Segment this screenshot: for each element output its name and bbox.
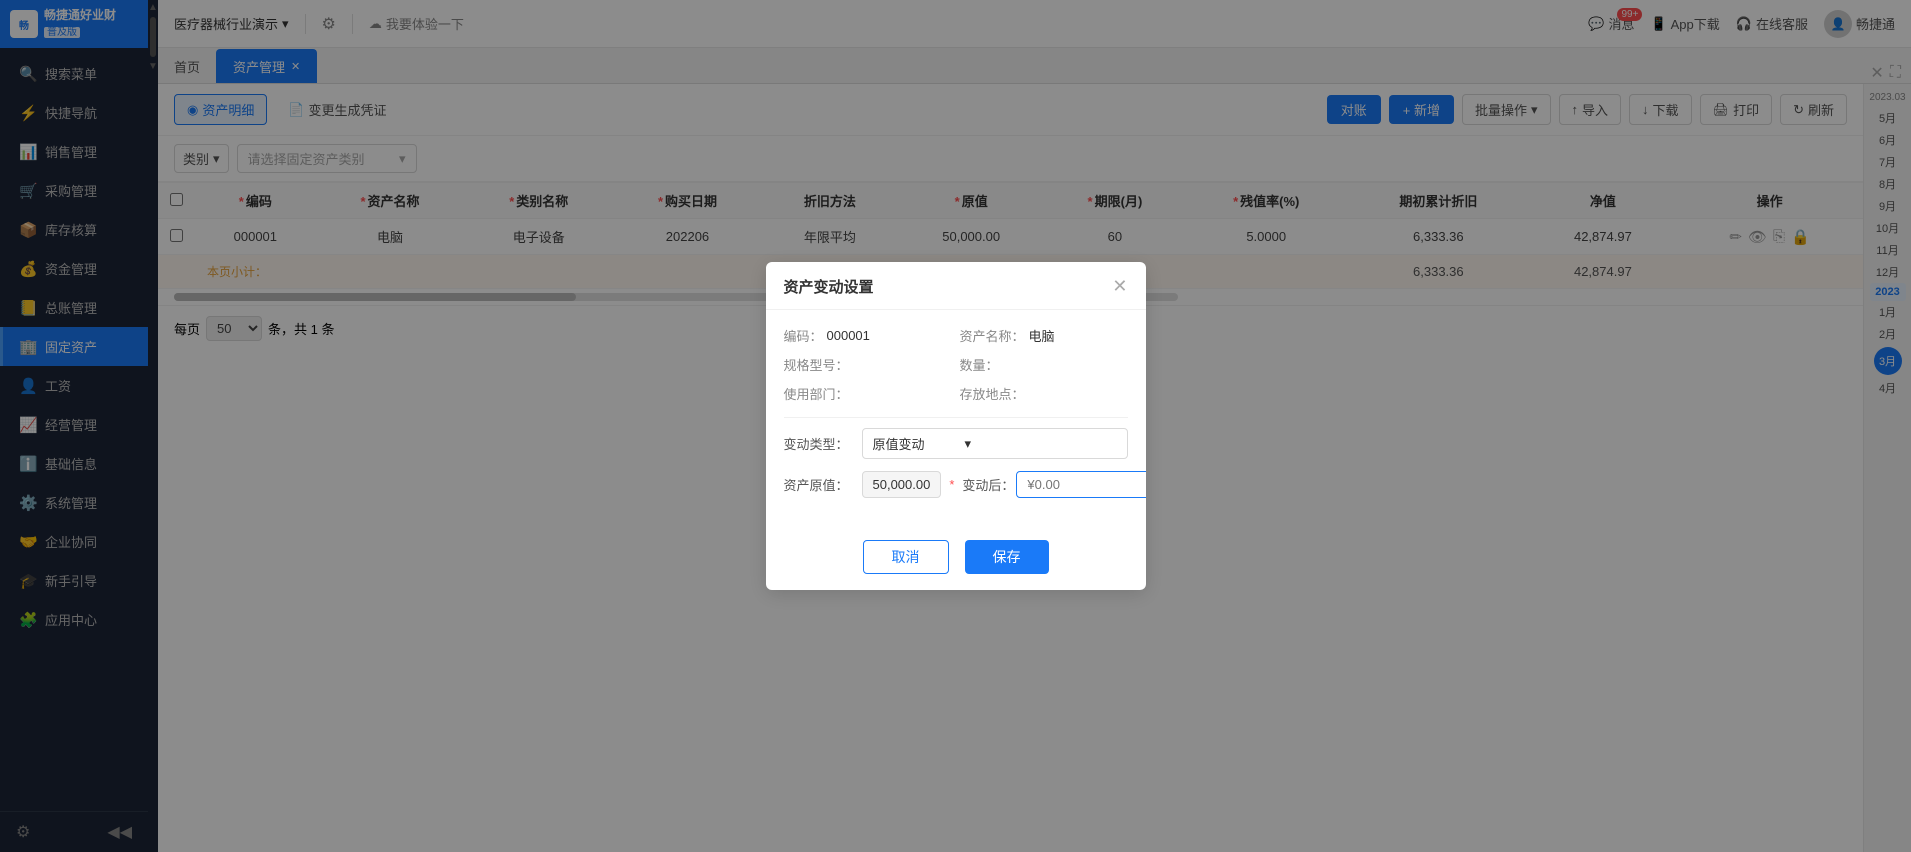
modal-header: 资产变动设置 ✕ [766, 262, 1146, 310]
modal-quantity-item: 数量： [960, 355, 1128, 374]
modal-location-item: 存放地点： [960, 384, 1128, 403]
modal-body: 编码： 000001 资产名称： 电脑 规格型号： 数量： 使用部门： [766, 310, 1146, 528]
modal-spec-item: 规格型号： [784, 355, 952, 374]
modal-code-item: 编码： 000001 [784, 326, 952, 345]
modal-spec-label: 规格型号： [784, 355, 849, 374]
modal-asset-name-item: 资产名称： 电脑 [960, 326, 1128, 345]
modal-quantity-label: 数量： [960, 355, 999, 374]
modal-change-type-row: 变动类型： 原值变动 ▾ [784, 428, 1128, 459]
modal-required-star: * [949, 477, 954, 492]
modal-divider [784, 417, 1128, 418]
modal-asset-name-value: 电脑 [1029, 326, 1055, 345]
modal-after-label: 变动后： [962, 475, 1008, 494]
modal-code-value: 000001 [827, 328, 870, 343]
modal-title: 资产变动设置 [784, 276, 874, 297]
modal-original-value: 50,000.00 [873, 477, 931, 492]
modal-after-input[interactable] [1016, 471, 1145, 498]
modal-dept-label: 使用部门： [784, 384, 849, 403]
modal-code-label: 编码： [784, 326, 823, 345]
asset-change-modal: 资产变动设置 ✕ 编码： 000001 资产名称： 电脑 规格型号： 数量： [766, 262, 1146, 590]
modal-close-btn[interactable]: ✕ [1112, 276, 1127, 297]
modal-original-label: 资产原值： [784, 475, 854, 494]
modal-asset-name-label: 资产名称： [960, 326, 1025, 345]
modal-location-label: 存放地点： [960, 384, 1025, 403]
modal-save-btn[interactable]: 保存 [965, 540, 1049, 574]
modal-cancel-btn[interactable]: 取消 [863, 540, 949, 574]
modal-change-type-select[interactable]: 原值变动 ▾ [862, 428, 1128, 459]
change-type-arrow: ▾ [965, 436, 972, 452]
modal-overlay: 资产变动设置 ✕ 编码： 000001 资产名称： 电脑 规格型号： 数量： [0, 0, 1911, 852]
modal-dept-item: 使用部门： [784, 384, 952, 403]
change-type-value: 原值变动 [873, 434, 925, 453]
modal-values-row: 资产原值： 50,000.00 * 变动后： [784, 471, 1128, 498]
modal-info-grid: 编码： 000001 资产名称： 电脑 规格型号： 数量： 使用部门： [784, 326, 1128, 403]
modal-original-input[interactable]: 50,000.00 [862, 471, 942, 498]
modal-footer: 取消 保存 [766, 528, 1146, 590]
modal-change-type-label: 变动类型： [784, 434, 854, 453]
